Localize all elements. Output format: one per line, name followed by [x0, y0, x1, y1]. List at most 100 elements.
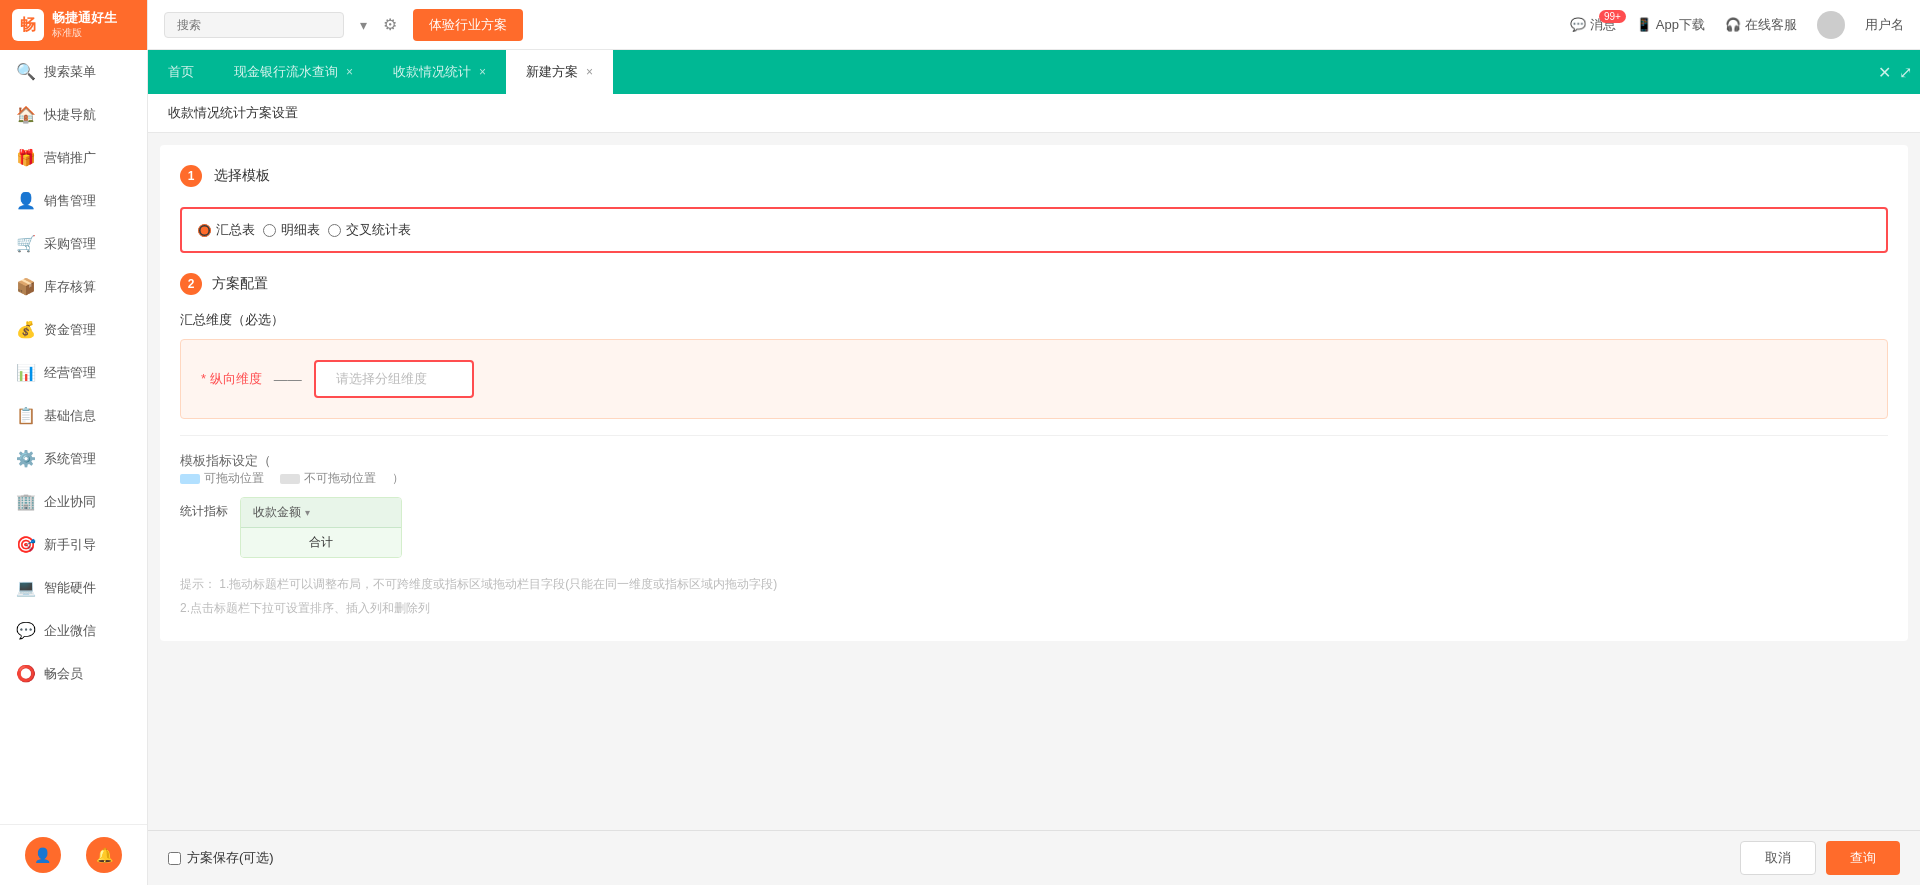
sidebar-item-quick-nav[interactable]: 🏠 快捷导航 — [0, 93, 147, 136]
tab-bank-flow-label: 现金银行流水查询 — [234, 63, 338, 81]
sidebar-item-enterprise-coop[interactable]: 🏢 企业协同 — [0, 480, 147, 523]
tab-bank-flow-close[interactable]: × — [346, 65, 353, 79]
sidebar-bottom-icon-2[interactable]: 🔔 — [86, 837, 122, 873]
logo-text-block: 畅捷通好生 标准版 — [52, 10, 117, 40]
finance-icon: 💰 — [16, 320, 34, 339]
metrics-header-label: 收款金额 — [253, 504, 301, 521]
sidebar-item-finance[interactable]: 💰 资金管理 — [0, 308, 147, 351]
step1-label: 选择模板 — [214, 167, 270, 185]
template-section: 汇总表 明细表 交叉统计表 — [180, 207, 1888, 253]
bottom-bar: 方案保存(可选) 取消 查询 — [148, 830, 1920, 885]
tabs-bar: 首页 现金银行流水查询 × 收款情况统计 × 新建方案 × ✕ ⤢ — [148, 50, 1920, 94]
metrics-section-label: 统计指标 — [180, 503, 228, 520]
sidebar-label-enterprise-coop: 企业协同 — [44, 493, 96, 511]
sidebar-label-basic-info: 基础信息 — [44, 407, 96, 425]
sidebar-label-enterprise-wechat: 企业微信 — [44, 622, 96, 640]
radio-summary[interactable]: 汇总表 — [198, 221, 255, 239]
radio-cross[interactable]: 交叉统计表 — [328, 221, 411, 239]
sidebar-label-marketing: 营销推广 — [44, 149, 96, 167]
online-service-icon: 🎧 — [1725, 17, 1741, 32]
sidebar-label-member: 畅会员 — [44, 665, 83, 683]
bottom-actions: 取消 查询 — [1740, 841, 1900, 875]
sidebar-item-smart-hardware[interactable]: 💻 智能硬件 — [0, 566, 147, 609]
app-download-label: App下载 — [1656, 16, 1705, 34]
sidebar-item-operations[interactable]: 📊 经营管理 — [0, 351, 147, 394]
save-checkbox[interactable]: 方案保存(可选) — [168, 849, 274, 867]
config-section: 2 方案配置 汇总维度（必选） * 纵向维度 —— 请选择分组维度 — [180, 273, 1888, 619]
dimension-area: * 纵向维度 —— 请选择分组维度 — [180, 339, 1888, 419]
tab-maximize-icon[interactable]: ⤢ — [1899, 63, 1912, 82]
step1-header: 1 选择模板 — [180, 165, 1888, 187]
sidebar-item-enterprise-wechat[interactable]: 💬 企业微信 — [0, 609, 147, 652]
radio-summary-input[interactable] — [198, 224, 211, 237]
trial-button[interactable]: 体验行业方案 — [413, 9, 523, 41]
metrics-chevron-icon[interactable]: ▾ — [305, 507, 310, 518]
sidebar-bottom-icon-1[interactable]: 👤 — [25, 837, 61, 873]
sales-icon: 👤 — [16, 191, 34, 210]
gear-icon[interactable]: ⚙ — [383, 15, 397, 34]
metrics-title: 模板指标设定（ — [180, 453, 271, 468]
sidebar-label-sales: 销售管理 — [44, 192, 96, 210]
hint-line1: 提示： 1.拖动标题栏可以调整布局，不可跨维度或指标区域拖动栏目字段(只能在同一… — [180, 574, 1888, 596]
sidebar-item-basic-info[interactable]: 📋 基础信息 — [0, 394, 147, 437]
tab-new-plan[interactable]: 新建方案 × — [506, 50, 613, 94]
radio-detail[interactable]: 明细表 — [263, 221, 320, 239]
tab-home[interactable]: 首页 — [148, 50, 214, 94]
notification-item[interactable]: 💬 消息 99+ — [1570, 16, 1616, 34]
hint-line2: 2.点击标题栏下拉可设置排序、插入列和删除列 — [180, 598, 1888, 620]
tab-new-plan-label: 新建方案 — [526, 63, 578, 81]
search-input[interactable] — [164, 12, 344, 38]
dimension-arrow: —— — [274, 371, 302, 387]
sidebar-label-quick-nav: 快捷导航 — [44, 106, 96, 124]
divider — [180, 435, 1888, 436]
sidebar-item-sales[interactable]: 👤 销售管理 — [0, 179, 147, 222]
app-download-item[interactable]: 📱 App下载 — [1636, 16, 1705, 34]
enterprise-wechat-icon: 💬 — [16, 621, 34, 640]
sidebar-item-new-guide[interactable]: 🎯 新手引导 — [0, 523, 147, 566]
dimension-selector[interactable]: 请选择分组维度 — [314, 360, 474, 398]
save-checkbox-input[interactable] — [168, 852, 181, 865]
tab-close-all-icon[interactable]: ✕ — [1878, 63, 1891, 82]
cancel-button[interactable]: 取消 — [1740, 841, 1816, 875]
main-area: ▾ ⚙ 体验行业方案 💬 消息 99+ 📱 App下载 🎧 在线客服 用户名 首… — [148, 0, 1920, 885]
radio-cross-label: 交叉统计表 — [346, 221, 411, 239]
online-service-item[interactable]: 🎧 在线客服 — [1725, 16, 1797, 34]
metrics-subrow-cell: 合计 — [241, 528, 401, 558]
metrics-data-row: 合计 — [241, 528, 401, 558]
dropdown-icon[interactable]: ▾ — [360, 17, 367, 33]
sidebar-item-search-menu[interactable]: 🔍 搜索菜单 — [0, 50, 147, 93]
sidebar-bottom: 👤 🔔 — [0, 824, 147, 885]
sidebar-label-operations: 经营管理 — [44, 364, 96, 382]
query-button[interactable]: 查询 — [1826, 841, 1900, 875]
sidebar-item-system[interactable]: ⚙️ 系统管理 — [0, 437, 147, 480]
logo-sub-text: 标准版 — [52, 26, 117, 40]
save-checkbox-label: 方案保存(可选) — [187, 849, 274, 867]
tab-receipt-stats[interactable]: 收款情况统计 × — [373, 50, 506, 94]
logo-icon: 畅 — [12, 9, 44, 41]
top-header: ▾ ⚙ 体验行业方案 💬 消息 99+ 📱 App下载 🎧 在线客服 用户名 — [148, 0, 1920, 50]
sidebar-nav: 🔍 搜索菜单 🏠 快捷导航 🎁 营销推广 👤 销售管理 🛒 采购管理 📦 库存核… — [0, 50, 147, 824]
purchase-icon: 🛒 — [16, 234, 34, 253]
sidebar-label-inventory: 库存核算 — [44, 278, 96, 296]
sidebar-item-purchase[interactable]: 🛒 采购管理 — [0, 222, 147, 265]
form-card: 1 选择模板 汇总表 明细表 交叉统计表 — [160, 145, 1908, 641]
sidebar-label-search-menu: 搜索菜单 — [44, 63, 96, 81]
metrics-header-cell[interactable]: 收款金额 ▾ — [241, 498, 401, 528]
page-title-bar: 收款情况统计方案设置 — [148, 94, 1920, 133]
legend-movable: 可拖动位置 — [180, 470, 264, 487]
tab-bank-flow[interactable]: 现金银行流水查询 × — [214, 50, 373, 94]
sidebar-item-inventory[interactable]: 📦 库存核算 — [0, 265, 147, 308]
new-guide-icon: 🎯 — [16, 535, 34, 554]
quick-nav-icon: 🏠 — [16, 105, 34, 124]
radio-detail-input[interactable] — [263, 224, 276, 237]
metrics-header-row: 收款金额 ▾ — [241, 498, 401, 528]
sidebar-item-marketing[interactable]: 🎁 营销推广 — [0, 136, 147, 179]
top-header-right: 💬 消息 99+ 📱 App下载 🎧 在线客服 用户名 — [1570, 11, 1904, 39]
radio-cross-input[interactable] — [328, 224, 341, 237]
sidebar-label-new-guide: 新手引导 — [44, 536, 96, 554]
tab-new-plan-close[interactable]: × — [586, 65, 593, 79]
legend-fixed-label: 不可拖动位置 — [304, 470, 376, 487]
sidebar-item-member[interactable]: ⭕ 畅会员 — [0, 652, 147, 695]
metrics-table-wrapper: 收款金额 ▾ 合计 — [240, 497, 402, 558]
tab-receipt-stats-close[interactable]: × — [479, 65, 486, 79]
